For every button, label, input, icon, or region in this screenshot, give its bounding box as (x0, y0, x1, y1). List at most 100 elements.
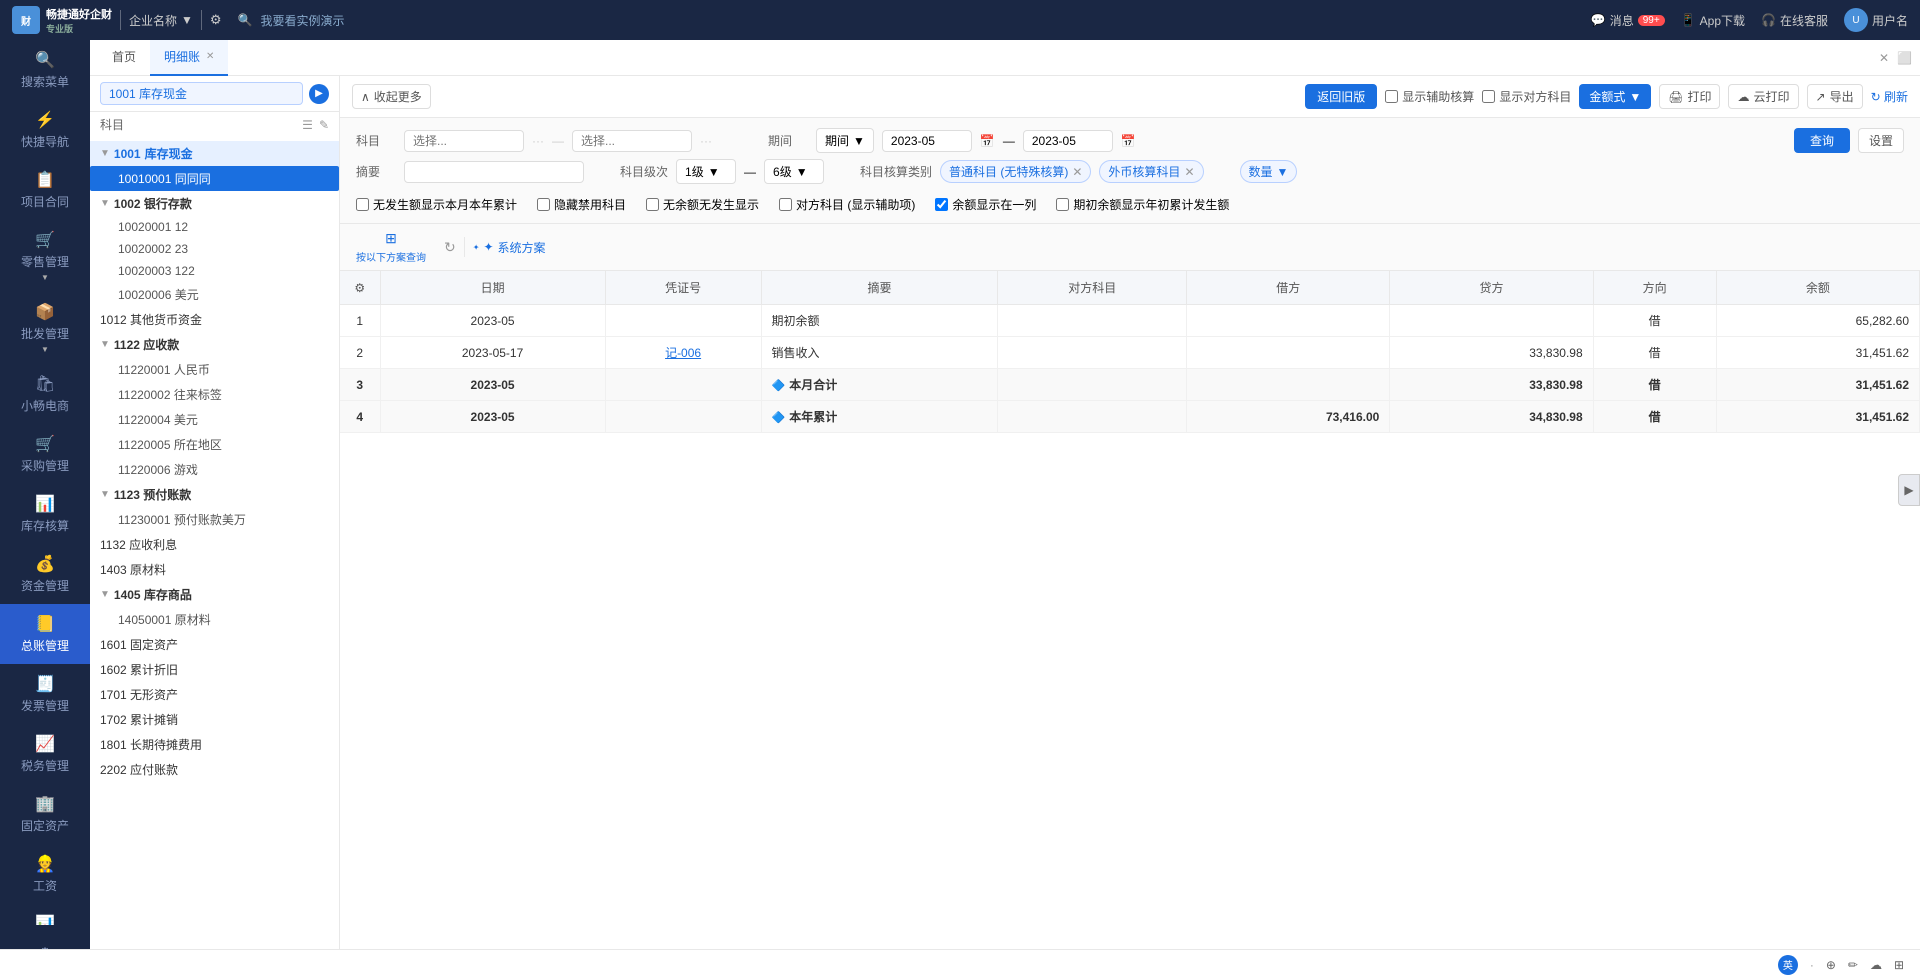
show-aux-checkbox[interactable]: 显示辅助核算 (1385, 88, 1474, 105)
summary-filter-input[interactable] (404, 161, 584, 183)
sidebar-item-finance[interactable]: 💰 资金管理 (0, 544, 90, 604)
settings-filter-btn[interactable]: 设置 (1858, 128, 1904, 153)
tab-home[interactable]: 首页 (98, 40, 150, 76)
account-nav-arrow[interactable]: ▶ (309, 84, 329, 104)
bottom-icon-cloud[interactable]: ☁ (1870, 958, 1882, 972)
tree-item-14050001[interactable]: 14050001 原材料 (90, 607, 339, 632)
tree-item-1132[interactable]: 1132 应收利息 (90, 532, 339, 557)
tree-item-11220002[interactable]: 11220002 往来标签 (90, 382, 339, 407)
tree-item-11220005[interactable]: 11220005 所在地区 (90, 432, 339, 457)
list-icon[interactable]: ☰ (302, 118, 313, 132)
online-service-btn[interactable]: 🎧 在线客服 (1761, 12, 1828, 29)
tree-item-1403[interactable]: 1403 原材料 (90, 557, 339, 582)
hide-disabled-check[interactable] (537, 198, 550, 211)
no-balance-checkbox[interactable]: 无余额无发生显示 (646, 196, 759, 213)
subject-filter-input[interactable] (404, 130, 524, 152)
close-all-icon[interactable]: ✕ (1879, 51, 1889, 65)
tree-item-10020006[interactable]: 10020006 美元 (90, 282, 339, 307)
expand-btn[interactable]: ∧ 收起更多 (352, 84, 431, 109)
tree-item-10020001[interactable]: 10020001 12 (90, 216, 339, 238)
show-aux-check[interactable] (1385, 90, 1398, 103)
balance-one-col-checkbox[interactable]: 余额显示在一列 (935, 196, 1036, 213)
demo-link[interactable]: 我要看实例演示 (261, 12, 345, 29)
sidebar-item-ledger[interactable]: 📒 总账管理 (0, 604, 90, 664)
plan-refresh-icon[interactable]: ↻ (444, 239, 456, 256)
contra-check[interactable] (779, 198, 792, 211)
print-btn[interactable]: 🖨 打印 (1659, 84, 1720, 109)
edit-icon[interactable]: ✎ (319, 118, 329, 132)
level-end-select[interactable]: 6级 ▼ (764, 159, 824, 184)
sidebar-item-wholesale[interactable]: 📦 批发管理 ▼ (0, 292, 90, 364)
system-plan-item[interactable]: ✦ 系统方案 (473, 239, 546, 256)
sidebar-item-salary[interactable]: 👷 工资 (0, 844, 90, 904)
sidebar-item-purchase[interactable]: 🛒 采购管理 (0, 424, 90, 484)
app-download-btn[interactable]: 📱 App下载 (1681, 12, 1745, 29)
tree-item-1602[interactable]: 1602 累计折旧 (90, 657, 339, 682)
tree-item-2202[interactable]: 2202 应付账款 (90, 757, 339, 782)
sidebar-item-shortcut[interactable]: ⚡ 快捷导航 (0, 100, 90, 160)
tree-item-1122[interactable]: ▼ 1122 应收款 (90, 332, 339, 357)
sidebar-item-retail[interactable]: 🛒 零售管理 ▼ (0, 220, 90, 292)
show-contra-check[interactable] (1482, 90, 1495, 103)
th-settings[interactable]: ⚙ (340, 271, 380, 305)
td-voucher-2[interactable]: 记-006 (605, 337, 761, 369)
right-collapse-btn[interactable]: ▶ (1898, 474, 1920, 506)
format-btn[interactable]: 金额式 ▼ (1579, 84, 1651, 109)
tree-item-10010001[interactable]: 10010001 同同同 (90, 166, 339, 191)
category-tag-1-remove[interactable]: ✕ (1072, 165, 1082, 179)
no-occurrence-check[interactable] (356, 198, 369, 211)
tree-item-1701[interactable]: 1701 无形资产 (90, 682, 339, 707)
period-calendar-icon-1[interactable]: 📅 (980, 134, 995, 148)
tree-item-11220006[interactable]: 11220006 游戏 (90, 457, 339, 482)
sidebar-item-invoice[interactable]: 🧾 发票管理 (0, 664, 90, 724)
tree-item-1012[interactable]: 1012 其他货币资金 (90, 307, 339, 332)
hide-disabled-checkbox[interactable]: 隐藏禁用科目 (537, 196, 626, 213)
sidebar-item-assets[interactable]: 🏢 固定资产 (0, 784, 90, 844)
tree-item-11230001[interactable]: 11230001 预付账款美万 (90, 507, 339, 532)
messages-btn[interactable]: 💬 消息 99+ (1591, 12, 1665, 29)
query-btn[interactable]: 查询 (1794, 128, 1850, 153)
tree-item-11220001[interactable]: 11220001 人民币 (90, 357, 339, 382)
settings-icon[interactable]: ⚙ (210, 12, 222, 28)
bottom-icon-edit[interactable]: ✏ (1848, 958, 1858, 972)
user-menu[interactable]: U 用户名 (1844, 8, 1908, 32)
tab-detail[interactable]: 明细账 ✕ (150, 40, 228, 76)
tree-item-11220004[interactable]: 11220004 美元 (90, 407, 339, 432)
tree-item-10020002[interactable]: 10020002 23 (90, 238, 339, 260)
maximize-icon[interactable]: ⬜ (1897, 51, 1912, 65)
period-type-select[interactable]: 期间 ▼ (816, 128, 874, 153)
no-balance-check[interactable] (646, 198, 659, 211)
sidebar-item-search[interactable]: 🔍 搜索菜单 (0, 40, 90, 100)
period-end-input[interactable] (1023, 130, 1113, 152)
period-start-input[interactable] (882, 130, 972, 152)
category-tag-2-remove[interactable]: ✕ (1184, 165, 1194, 179)
cloud-print-btn[interactable]: ☁ 云打印 (1728, 84, 1798, 109)
return-old-btn[interactable]: 返回旧版 (1305, 84, 1377, 109)
sidebar-item-inventory[interactable]: 📊 库存核算 (0, 484, 90, 544)
opening-check[interactable] (1056, 198, 1069, 211)
tree-item-1123[interactable]: ▼ 1123 预付账款 (90, 482, 339, 507)
tree-item-1405[interactable]: ▼ 1405 库存商品 (90, 582, 339, 607)
sidebar-item-tax[interactable]: 📈 税务管理 (0, 724, 90, 784)
tab-close-icon[interactable]: ✕ (206, 51, 214, 62)
balance-one-col-check[interactable] (935, 198, 948, 211)
tree-item-1601[interactable]: 1601 固定资产 (90, 632, 339, 657)
sidebar-item-project[interactable]: 📋 项目合同 (0, 160, 90, 220)
bottom-icon-lang[interactable]: 英 (1778, 955, 1798, 975)
export-btn[interactable]: ↗ 导出 (1807, 84, 1863, 109)
tree-item-1702[interactable]: 1702 累计摊销 (90, 707, 339, 732)
subject-filter-input-2[interactable] (572, 130, 692, 152)
tree-item-1801[interactable]: 1801 长期待摊费用 (90, 732, 339, 757)
bottom-icon-add[interactable]: ⊕ (1826, 958, 1836, 972)
show-contra-checkbox[interactable]: 显示对方科目 (1482, 88, 1571, 105)
refresh-btn[interactable]: ↻ 刷新 (1871, 88, 1908, 105)
level-start-select[interactable]: 1级 ▼ (676, 159, 736, 184)
period-calendar-icon-2[interactable]: 📅 (1121, 134, 1136, 148)
tree-item-10020003[interactable]: 10020003 122 (90, 260, 339, 282)
sidebar-item-management[interactable]: 📊 经营管理 (0, 904, 90, 925)
sidebar-item-ecommerce[interactable]: 🛍 小畅电商 (0, 364, 90, 424)
contra-checkbox[interactable]: 对方科目 (显示辅助项) (779, 196, 915, 213)
bottom-icon-grid[interactable]: ⊞ (1894, 958, 1904, 972)
opening-checkbox[interactable]: 期初余额显示年初累计发生额 (1056, 196, 1229, 213)
tree-item-1002[interactable]: ▼ 1002 银行存款 (90, 191, 339, 216)
